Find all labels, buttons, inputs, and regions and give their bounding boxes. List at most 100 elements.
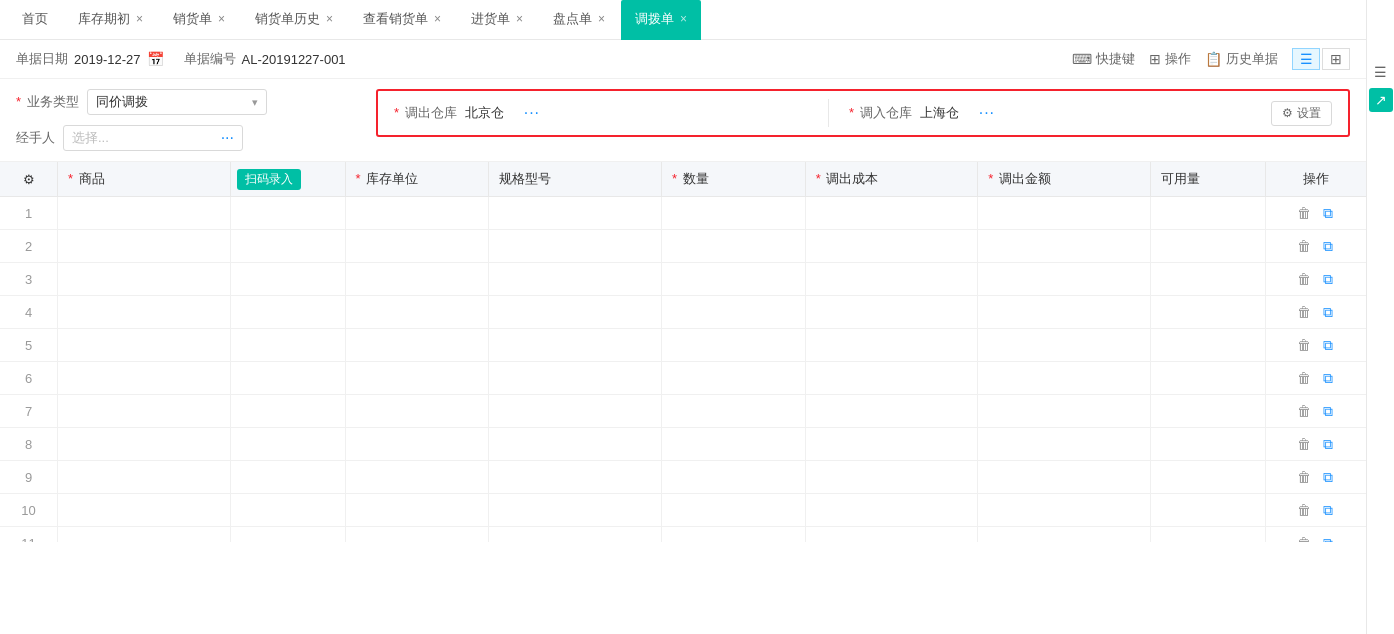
- sidebar-list-icon[interactable]: ☰: [1369, 60, 1393, 84]
- copy-icon[interactable]: ⧉: [1318, 302, 1338, 322]
- delete-icon[interactable]: 🗑: [1294, 467, 1314, 487]
- copy-icon[interactable]: ⧉: [1318, 533, 1338, 542]
- product-cell[interactable]: [58, 461, 231, 494]
- unit-cell[interactable]: [345, 428, 489, 461]
- tab-transfer-order[interactable]: 调拨单 ×: [621, 0, 701, 40]
- copy-icon[interactable]: ⧉: [1318, 368, 1338, 388]
- unit-cell[interactable]: [345, 296, 489, 329]
- unit-cell[interactable]: [345, 461, 489, 494]
- amount-cell[interactable]: [978, 494, 1151, 527]
- quantity-cell[interactable]: [661, 395, 805, 428]
- delete-icon[interactable]: 🗑: [1294, 335, 1314, 355]
- spec-cell[interactable]: [489, 461, 662, 494]
- copy-icon[interactable]: ⧉: [1318, 269, 1338, 289]
- amount-cell[interactable]: [978, 527, 1151, 543]
- quantity-cell[interactable]: [661, 494, 805, 527]
- delete-icon[interactable]: 🗑: [1294, 302, 1314, 322]
- gear-icon[interactable]: ⚙: [23, 172, 35, 187]
- tab-close-view-sales[interactable]: ×: [434, 12, 441, 26]
- spec-cell[interactable]: [489, 362, 662, 395]
- tab-close-sales-order[interactable]: ×: [218, 12, 225, 26]
- product-cell[interactable]: [58, 230, 231, 263]
- cost-cell[interactable]: [805, 329, 978, 362]
- cost-cell[interactable]: [805, 395, 978, 428]
- product-cell[interactable]: [58, 296, 231, 329]
- delete-icon[interactable]: 🗑: [1294, 236, 1314, 256]
- tab-close-inventory-init[interactable]: ×: [136, 12, 143, 26]
- product-cell[interactable]: [58, 263, 231, 296]
- delete-icon[interactable]: 🗑: [1294, 401, 1314, 421]
- cost-cell[interactable]: [805, 197, 978, 230]
- handler-more-icon[interactable]: ···: [221, 129, 234, 147]
- copy-icon[interactable]: ⧉: [1318, 335, 1338, 355]
- copy-icon[interactable]: ⧉: [1318, 203, 1338, 223]
- quantity-cell[interactable]: [661, 527, 805, 543]
- amount-cell[interactable]: [978, 296, 1151, 329]
- delete-icon[interactable]: 🗑: [1294, 434, 1314, 454]
- amount-cell[interactable]: [978, 395, 1151, 428]
- cost-cell[interactable]: [805, 362, 978, 395]
- unit-cell[interactable]: [345, 197, 489, 230]
- quantity-cell[interactable]: [661, 263, 805, 296]
- unit-cell[interactable]: [345, 395, 489, 428]
- spec-cell[interactable]: [489, 428, 662, 461]
- shortcuts-button[interactable]: ⌨ 快捷键: [1072, 50, 1135, 68]
- unit-cell[interactable]: [345, 494, 489, 527]
- settings-button[interactable]: ⚙ 设置: [1271, 101, 1332, 126]
- quantity-cell[interactable]: [661, 362, 805, 395]
- tab-inventory-init[interactable]: 库存期初 ×: [64, 0, 157, 40]
- spec-cell[interactable]: [489, 197, 662, 230]
- product-cell[interactable]: [58, 494, 231, 527]
- amount-cell[interactable]: [978, 461, 1151, 494]
- cost-cell[interactable]: [805, 230, 978, 263]
- product-cell[interactable]: [58, 428, 231, 461]
- product-cell[interactable]: [58, 197, 231, 230]
- delete-icon[interactable]: 🗑: [1294, 368, 1314, 388]
- product-cell[interactable]: [58, 329, 231, 362]
- copy-icon[interactable]: ⧉: [1318, 500, 1338, 520]
- source-warehouse-more-button[interactable]: ···: [524, 104, 540, 122]
- unit-cell[interactable]: [345, 263, 489, 296]
- layout-list-button[interactable]: ☰: [1292, 48, 1320, 70]
- handler-picker[interactable]: 选择... ···: [63, 125, 243, 151]
- tab-sales-order[interactable]: 销货单 ×: [159, 0, 239, 40]
- tab-inventory-check[interactable]: 盘点单 ×: [539, 0, 619, 40]
- tab-purchase-order[interactable]: 进货单 ×: [457, 0, 537, 40]
- amount-cell[interactable]: [978, 428, 1151, 461]
- sidebar-export-icon[interactable]: ↗: [1369, 88, 1393, 112]
- spec-cell[interactable]: [489, 527, 662, 543]
- spec-cell[interactable]: [489, 296, 662, 329]
- copy-icon[interactable]: ⧉: [1318, 467, 1338, 487]
- copy-icon[interactable]: ⧉: [1318, 401, 1338, 421]
- cost-cell[interactable]: [805, 428, 978, 461]
- quantity-cell[interactable]: [661, 296, 805, 329]
- amount-cell[interactable]: [978, 362, 1151, 395]
- history-button[interactable]: 📋 历史单据: [1205, 50, 1278, 68]
- tab-sales-history[interactable]: 销货单历史 ×: [241, 0, 347, 40]
- quantity-cell[interactable]: [661, 230, 805, 263]
- product-cell[interactable]: [58, 527, 231, 543]
- operations-button[interactable]: ⊞ 操作: [1149, 50, 1191, 68]
- amount-cell[interactable]: [978, 329, 1151, 362]
- copy-icon[interactable]: ⧉: [1318, 434, 1338, 454]
- calendar-icon[interactable]: 📅: [147, 51, 164, 67]
- spec-cell[interactable]: [489, 230, 662, 263]
- quantity-cell[interactable]: [661, 428, 805, 461]
- tab-close-purchase-order[interactable]: ×: [516, 12, 523, 26]
- amount-cell[interactable]: [978, 230, 1151, 263]
- cost-cell[interactable]: [805, 296, 978, 329]
- delete-icon[interactable]: 🗑: [1294, 269, 1314, 289]
- target-warehouse-more-button[interactable]: ···: [979, 104, 995, 122]
- cost-cell[interactable]: [805, 527, 978, 543]
- unit-cell[interactable]: [345, 527, 489, 543]
- tab-home[interactable]: 首页: [8, 0, 62, 40]
- amount-cell[interactable]: [978, 197, 1151, 230]
- unit-cell[interactable]: [345, 329, 489, 362]
- unit-cell[interactable]: [345, 362, 489, 395]
- tab-close-transfer-order[interactable]: ×: [680, 12, 687, 26]
- tab-view-sales[interactable]: 查看销货单 ×: [349, 0, 455, 40]
- unit-cell[interactable]: [345, 230, 489, 263]
- quantity-cell[interactable]: [661, 329, 805, 362]
- cost-cell[interactable]: [805, 263, 978, 296]
- spec-cell[interactable]: [489, 494, 662, 527]
